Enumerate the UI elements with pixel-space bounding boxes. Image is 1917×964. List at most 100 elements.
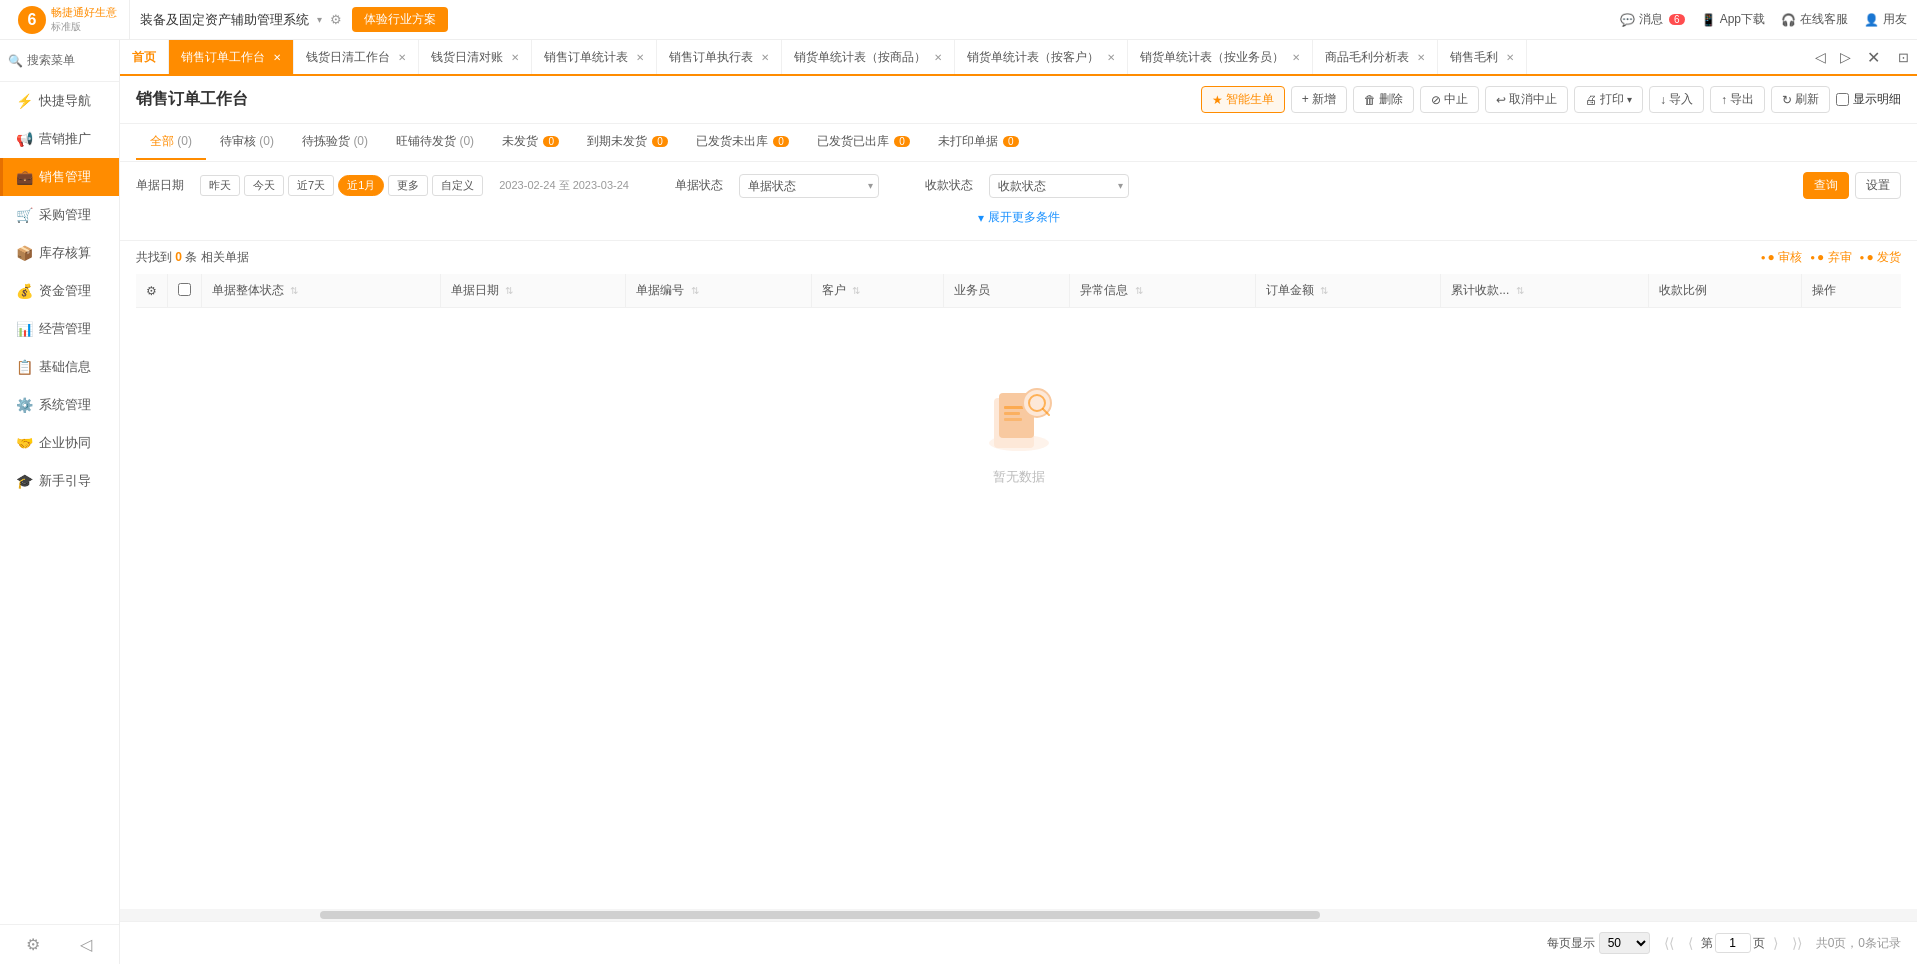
sub-tab-shipped-not-out[interactable]: 已发货未出库 0 [682,125,803,160]
user-btn[interactable]: 👤 用友 [1864,11,1907,28]
show-detail-checkbox[interactable] [1836,93,1849,106]
sort-abnormal-icon[interactable]: ⇅ [1135,285,1143,296]
tab-order-exec[interactable]: 销售订单执行表 ✕ [657,40,782,75]
app-download-btn[interactable]: 📱 App下载 [1701,11,1765,28]
sidebar-item-purchase[interactable]: 🛒 采购管理 [0,196,119,234]
tab-product-margin[interactable]: 商品毛利分析表 ✕ [1313,40,1438,75]
tab-sales-margin-close-icon[interactable]: ✕ [1506,52,1514,63]
settings-filter-btn[interactable]: 设置 [1855,172,1901,199]
tab-scroll-left-btn[interactable]: ◁ [1809,45,1832,69]
sub-tab-shipped-out[interactable]: 已发货已出库 0 [803,125,924,160]
page-prev-btn[interactable]: ⟨ [1682,933,1699,953]
sidebar-item-management[interactable]: 📊 经营管理 [0,310,119,348]
sort-date-icon[interactable]: ⇅ [505,285,513,296]
batch-ship-btn[interactable]: ● 发货 [1860,249,1901,266]
tab-cash-clear-close-icon[interactable]: ✕ [398,52,406,63]
sidebar-item-finance[interactable]: 💰 资金管理 [0,272,119,310]
sort-status-icon[interactable]: ⇅ [290,285,298,296]
print-btn[interactable]: 🖨 打印 ▾ [1574,86,1643,113]
export-btn[interactable]: ↑ 导出 [1710,86,1765,113]
horizontal-scrollbar[interactable] [120,909,1917,921]
date-7days-btn[interactable]: 近7天 [288,175,334,196]
date-today-btn[interactable]: 今天 [244,175,284,196]
scrollbar-thumb[interactable] [320,911,1320,919]
delete-btn[interactable]: 🗑 删除 [1353,86,1414,113]
add-btn[interactable]: + 新增 [1291,86,1347,113]
tab-cash-reconcile[interactable]: 钱货日清对账 ✕ [419,40,532,75]
sidebar-item-guide[interactable]: 🎓 新手引导 [0,462,119,500]
sub-tab-pending-review[interactable]: 待审核 (0) [206,125,288,160]
cancel-stop-btn[interactable]: ↩ 取消中止 [1485,86,1568,113]
query-btn[interactable]: 查询 [1803,172,1849,199]
sort-number-icon[interactable]: ⇅ [691,285,699,296]
tab-sales-order-close-icon[interactable]: ✕ [273,52,281,63]
sidebar-item-marketing[interactable]: 📢 营销推广 [0,120,119,158]
sidebar-item-quick-nav-label: 快捷导航 [39,92,91,110]
tab-sales-stats-product[interactable]: 销货单统计表（按商品） ✕ [782,40,955,75]
expand-conditions-btn[interactable]: ▾ 展开更多条件 [970,205,1068,230]
industry-btn[interactable]: 体验行业方案 [352,7,448,32]
sub-tab-pending-pick[interactable]: 待拣验货 (0) [288,125,382,160]
table-settings-th[interactable]: ⚙ [136,274,168,308]
sidebar-item-basic-info[interactable]: 📋 基础信息 [0,348,119,386]
sidebar-item-quick-nav[interactable]: ⚡ 快捷导航 [0,82,119,120]
page-size-select[interactable]: 10 20 50 100 [1599,932,1650,954]
sort-collected-icon[interactable]: ⇅ [1516,285,1524,296]
sidebar-settings-btn[interactable]: ⚙ [10,935,56,954]
date-yesterday-btn[interactable]: 昨天 [200,175,240,196]
page-end-label: 页 [1753,935,1765,952]
tab-sales-margin[interactable]: 销售毛利 ✕ [1438,40,1527,75]
sidebar-item-system[interactable]: ⚙️ 系统管理 [0,386,119,424]
sort-amount-icon[interactable]: ⇅ [1320,285,1328,296]
tab-product-margin-close-icon[interactable]: ✕ [1417,52,1425,63]
sidebar-collapse-btn[interactable]: ◁ [64,935,110,954]
page-input[interactable] [1715,933,1751,953]
tab-close-all-btn[interactable]: ✕ [1859,44,1888,71]
tab-sales-stats-customer[interactable]: 销货单统计表（按客户） ✕ [955,40,1128,75]
sort-customer-icon[interactable]: ⇅ [852,285,860,296]
tab-order-exec-close-icon[interactable]: ✕ [761,52,769,63]
tab-scroll-right-btn[interactable]: ▷ [1834,45,1857,69]
show-detail-checkbox-area[interactable]: 显示明细 [1836,91,1901,108]
sub-tab-all[interactable]: 全部 (0) [136,125,206,160]
smart-generate-btn[interactable]: ★ 智能生单 [1201,86,1285,113]
tab-cash-reconcile-close-icon[interactable]: ✕ [511,52,519,63]
date-custom-btn[interactable]: 自定义 [432,175,483,196]
tab-order-stats-close-icon[interactable]: ✕ [636,52,644,63]
tab-sales-stats-staff-close-icon[interactable]: ✕ [1292,52,1300,63]
tab-home[interactable]: 首页 [120,40,169,75]
tab-cash-clear-label: 钱货日清工作台 [306,49,390,66]
sub-tab-not-shipped[interactable]: 未发货 0 [488,125,573,160]
tab-cash-clear[interactable]: 钱货日清工作台 ✕ [294,40,419,75]
refresh-btn[interactable]: ↻ 刷新 [1771,86,1830,113]
tab-order-stats[interactable]: 销售订单统计表 ✕ [532,40,657,75]
tab-sales-stats-product-close-icon[interactable]: ✕ [934,52,942,63]
sub-tab-not-printed[interactable]: 未打印单据 0 [924,125,1033,160]
batch-cancel-review-btn[interactable]: ● 弃审 [1810,249,1851,266]
page-next-btn[interactable]: ⟩ [1767,933,1784,953]
gear-icon[interactable]: ⚙ [330,12,342,27]
tab-sales-stats-staff[interactable]: 销货单统计表（按业务员） ✕ [1128,40,1313,75]
sidebar-item-cooperation[interactable]: 🤝 企业协同 [0,424,119,462]
select-all-checkbox[interactable] [178,283,191,296]
payment-select[interactable]: 收款状态 [989,174,1129,198]
search-menu-btn[interactable]: 🔍 搜索菜单 [8,48,111,73]
sidebar-item-sales[interactable]: 💼 销售管理 [0,158,119,196]
table-checkbox-th[interactable] [168,274,202,308]
online-service-btn[interactable]: 🎧 在线客服 [1781,11,1848,28]
date-1month-btn[interactable]: 近1月 [338,175,384,196]
message-btn[interactable]: 💬 消息 6 [1620,11,1685,28]
status-select[interactable]: 单据状态 [739,174,879,198]
batch-review-btn[interactable]: ● 审核 [1761,249,1802,266]
date-more-btn[interactable]: 更多 [388,175,428,196]
import-btn[interactable]: ↓ 导入 [1649,86,1704,113]
tab-sales-stats-customer-close-icon[interactable]: ✕ [1107,52,1115,63]
page-last-btn[interactable]: ⟩⟩ [1786,933,1808,953]
sub-tab-wangpu-ship[interactable]: 旺铺待发货 (0) [382,125,488,160]
sidebar-item-inventory[interactable]: 📦 库存核算 [0,234,119,272]
tab-sales-order[interactable]: 销售订单工作台 ✕ [169,40,294,75]
tab-maximize-btn[interactable]: ⊡ [1890,46,1917,69]
stop-btn[interactable]: ⊘ 中止 [1420,86,1479,113]
page-first-btn[interactable]: ⟨⟨ [1658,933,1680,953]
sub-tab-overdue-ship[interactable]: 到期未发货 0 [573,125,682,160]
